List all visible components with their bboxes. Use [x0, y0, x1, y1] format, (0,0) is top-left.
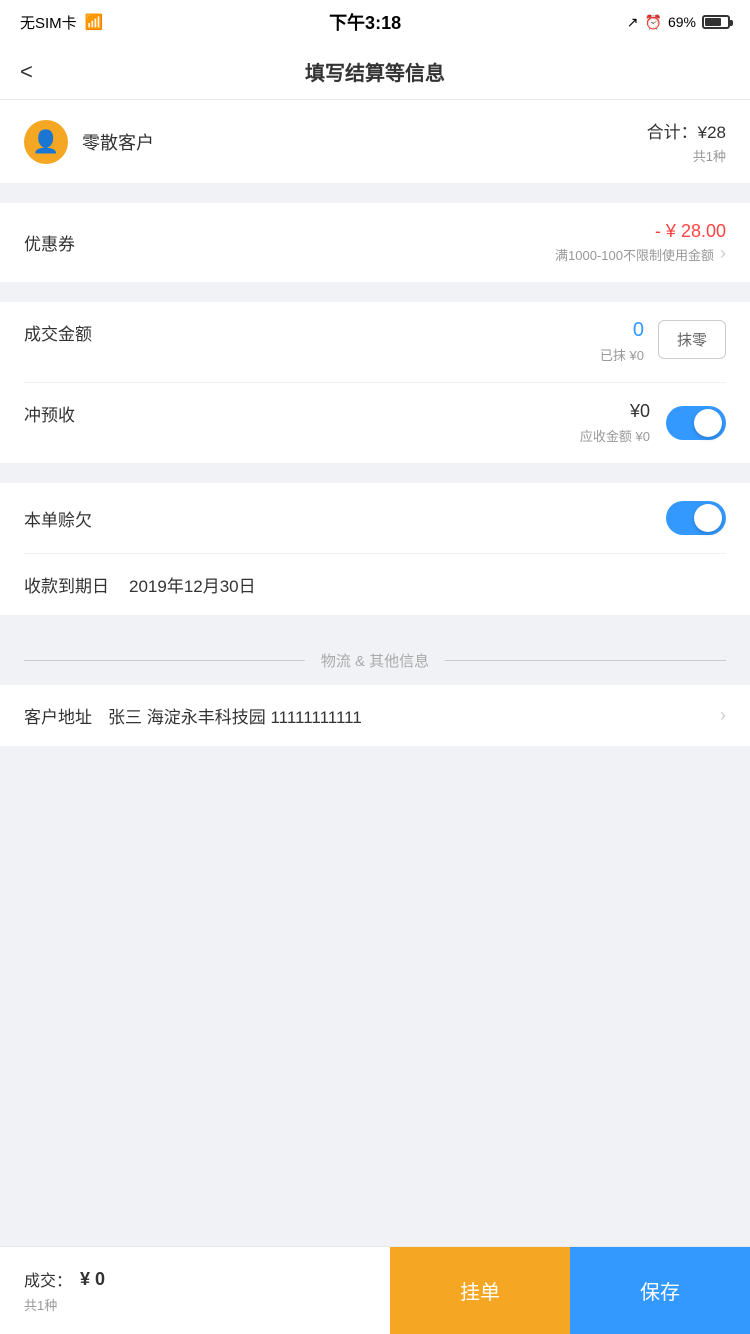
debt-row: 本单赊欠 — [0, 483, 750, 553]
logistics-header: 物流 & 其他信息 — [0, 635, 750, 685]
status-bar: 无SIM卡 📶 下午3:18 ↗ ⏰ 69% — [0, 0, 750, 44]
battery-icon — [702, 15, 730, 29]
battery-text: 69% — [668, 14, 696, 30]
footer-deal-label: 成交： — [24, 1267, 72, 1291]
amount-wrap: 0 已抹 ¥0 — [600, 320, 644, 364]
coupon-right-wrap: - ¥ 28.00 满1000-100不限制使用金额 › — [555, 221, 726, 264]
customer-row: 👤 零散客户 合计：¥28 共1种 — [0, 100, 750, 183]
back-button[interactable]: < — [20, 59, 33, 85]
alarm-icon: ⏰ — [645, 14, 662, 31]
amount-right: 0 已抹 ¥0 抹零 — [600, 320, 726, 364]
debt-toggle-knob — [694, 504, 722, 532]
amount-sub: 已抹 ¥0 — [600, 345, 644, 364]
customer-right: 合计：¥28 共1种 — [647, 118, 726, 165]
coupon-row[interactable]: 优惠券 - ¥ 28.00 满1000-100不限制使用金额 › — [0, 203, 750, 282]
avatar-icon: 👤 — [32, 129, 59, 155]
status-right: ↗ ⏰ 69% — [627, 14, 730, 31]
footer-deal: 成交： ¥ 0 — [24, 1267, 366, 1291]
amount-row: 成交金额 0 已抹 ¥0 抹零 — [0, 302, 750, 382]
coupon-discount: - ¥ 28.00 — [555, 221, 726, 242]
location-icon: ↗ — [627, 14, 639, 31]
pending-button[interactable]: 挂单 — [390, 1247, 570, 1334]
customer-section: 👤 零散客户 合计：¥28 共1种 — [0, 100, 750, 183]
separator-4 — [0, 625, 750, 635]
debt-toggle[interactable] — [666, 501, 726, 535]
address-section[interactable]: 客户地址 张三 海淀永丰科技园 11111111111 › — [0, 685, 750, 746]
prepay-row: 冲预收 ¥0 应收金额 ¥0 — [0, 383, 750, 463]
coupon-desc: 满1000-100不限制使用金额 — [555, 245, 714, 264]
prepay-right: ¥0 应收金额 ¥0 — [580, 401, 726, 445]
debt-section: 本单赊欠 收款到期日 2019年12月30日 — [0, 483, 750, 615]
separator-3 — [0, 473, 750, 483]
amount-section: 成交金额 0 已抹 ¥0 抹零 冲预收 ¥0 应收金额 ¥0 — [0, 302, 750, 463]
round-button[interactable]: 抹零 — [658, 320, 726, 359]
coupon-section[interactable]: 优惠券 - ¥ 28.00 满1000-100不限制使用金额 › — [0, 203, 750, 282]
avatar: 👤 — [24, 120, 68, 164]
debt-label: 本单赊欠 — [24, 506, 92, 531]
nav-bar: < 填写结算等信息 — [0, 44, 750, 100]
main-content: 👤 零散客户 合计：¥28 共1种 优惠券 - ¥ 28.00 满1000-10… — [0, 100, 750, 906]
coupon-label: 优惠券 — [24, 230, 75, 255]
prepay-values: ¥0 应收金额 ¥0 — [580, 401, 650, 445]
address-value: 张三 海淀永丰科技园 11111111111 — [108, 703, 362, 728]
toggle-knob — [694, 409, 722, 437]
prepay-sub: 应收金额 ¥0 — [580, 426, 650, 445]
separator-1 — [0, 193, 750, 203]
customer-count: 共1种 — [647, 146, 726, 165]
prepay-main: ¥0 — [580, 401, 650, 422]
customer-name: 零散客户 — [82, 129, 154, 155]
footer-info: 成交： ¥ 0 共1种 — [0, 1267, 390, 1314]
coupon-chevron-icon: › — [720, 243, 726, 264]
address-left: 客户地址 张三 海淀永丰科技园 11111111111 — [24, 703, 362, 728]
due-date-label: 收款到期日 — [24, 572, 109, 597]
status-left: 无SIM卡 📶 — [20, 12, 103, 33]
footer-count: 共1种 — [24, 1295, 366, 1314]
customer-left: 👤 零散客户 — [24, 120, 154, 164]
customer-total: 合计：¥28 — [647, 118, 726, 143]
logistics-label: 物流 & 其他信息 — [305, 650, 445, 671]
footer-deal-amount: ¥ 0 — [80, 1269, 105, 1290]
bottom-spacer — [0, 756, 750, 816]
footer: 成交： ¥ 0 共1种 挂单 保存 — [0, 1246, 750, 1334]
due-date-row: 收款到期日 2019年12月30日 — [0, 554, 750, 615]
due-date-value: 2019年12月30日 — [129, 572, 256, 597]
prepay-label: 冲预收 — [24, 401, 75, 426]
separator-2 — [0, 292, 750, 302]
prepay-toggle[interactable] — [666, 406, 726, 440]
amount-label: 成交金额 — [24, 320, 92, 345]
amount-value: 0 — [600, 320, 644, 340]
address-label: 客户地址 — [24, 703, 92, 728]
page-title: 填写结算等信息 — [305, 57, 445, 86]
address-chevron-icon: › — [720, 705, 726, 726]
status-time: 下午3:18 — [329, 9, 401, 35]
signal-text: 无SIM卡 — [20, 12, 77, 33]
address-row[interactable]: 客户地址 张三 海淀永丰科技园 11111111111 › — [0, 685, 750, 746]
save-button[interactable]: 保存 — [570, 1247, 750, 1334]
wifi-icon: 📶 — [85, 13, 104, 31]
